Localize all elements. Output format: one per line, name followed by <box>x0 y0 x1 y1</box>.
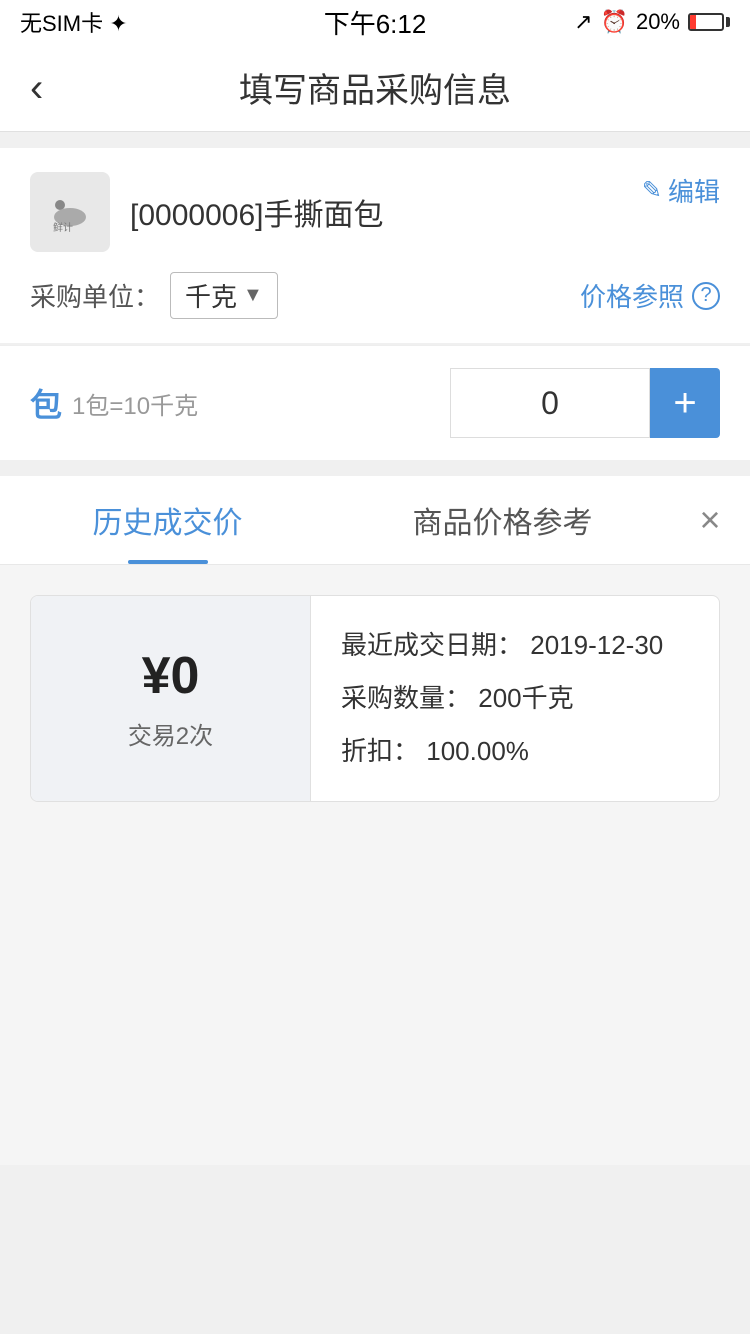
carrier-text: 无SIM卡 ✦ <box>20 6 128 38</box>
section-separator <box>0 460 750 476</box>
tabs-row: 历史成交价 商品价格参考 × <box>0 476 750 564</box>
product-header: 鲜计 [0000006]手撕面包 ✎ 编辑 <box>30 172 720 252</box>
unit-left: 采购单位： 千克 ▼ <box>30 272 278 319</box>
history-card: ¥0 交易2次 最近成交日期： 2019-12-30 采购数量： 200千克 折… <box>30 595 720 802</box>
unit-select-dropdown[interactable]: 千克 ▼ <box>170 272 278 319</box>
quantity-value: 0 <box>541 385 559 422</box>
history-card-left: ¥0 交易2次 <box>31 596 311 801</box>
price-ref-help-icon: ? <box>692 282 720 310</box>
unit-label: 采购单位： <box>30 277 160 314</box>
edit-button[interactable]: ✎ 编辑 <box>642 172 720 209</box>
product-left: 鲜计 [0000006]手撕面包 <box>30 172 383 252</box>
tab-history-price[interactable]: 历史成交价 <box>0 476 335 564</box>
tab-price-ref-label: 商品价格参考 <box>413 498 593 542</box>
edit-label: 编辑 <box>668 172 720 209</box>
quantity-plus-button[interactable]: + <box>650 368 720 438</box>
history-price-value: ¥0 <box>142 647 200 705</box>
recent-date-label: 最近成交日期： <box>341 630 523 660</box>
product-thumbnail: 鲜计 <box>30 172 110 252</box>
battery-indicator <box>688 13 730 31</box>
quantity-unit-badge: 包 <box>30 380 62 426</box>
tab-price-reference[interactable]: 商品价格参考 <box>335 476 670 564</box>
quantity-input[interactable]: 0 <box>450 368 650 438</box>
status-left: 无SIM卡 ✦ <box>20 6 128 38</box>
quantity-controls: 0 + <box>450 368 720 438</box>
tab-close-button[interactable]: × <box>670 476 750 564</box>
status-bar: 无SIM卡 ✦ 下午6:12 ↗ ⏰ 20% <box>0 0 750 44</box>
purchase-qty-value: 200千克 <box>478 683 573 713</box>
recent-date-value: 2019-12-30 <box>530 630 663 660</box>
unit-value: 千克 <box>185 277 237 314</box>
product-name: [0000006]手撕面包 <box>130 190 383 234</box>
product-section: 鲜计 [0000006]手撕面包 ✎ 编辑 采购单位： 千克 ▼ 价格参照 ? <box>0 148 750 343</box>
price-ref-label: 价格参照 <box>580 277 684 314</box>
page-title: 填写商品采购信息 <box>239 63 511 112</box>
nav-bar: ‹ 填写商品采购信息 <box>0 44 750 132</box>
quantity-note: 1包=10千克 <box>72 386 198 421</box>
status-right: ↗ ⏰ 20% <box>574 9 730 35</box>
history-price: ¥0 <box>142 646 200 706</box>
history-trades: 交易2次 <box>128 716 213 751</box>
history-detail-discount: 折扣： 100.00% <box>341 732 689 771</box>
status-time: 下午6:12 <box>324 4 427 41</box>
edit-icon: ✎ <box>642 176 662 205</box>
discount-label: 折扣： <box>341 736 419 766</box>
dropdown-arrow-icon: ▼ <box>243 284 263 307</box>
back-button[interactable]: ‹ <box>30 68 43 108</box>
price-ref-button[interactable]: 价格参照 ? <box>580 277 720 314</box>
history-detail-qty: 采购数量： 200千克 <box>341 679 689 718</box>
history-card-right: 最近成交日期： 2019-12-30 采购数量： 200千克 折扣： 100.0… <box>311 596 719 801</box>
tab-active-indicator <box>128 560 208 564</box>
alarm-icon: ⏰ <box>601 9 628 35</box>
location-icon: ↗ <box>574 9 592 35</box>
quantity-section: 包 1包=10千克 0 + <box>0 345 750 460</box>
purchase-qty-label: 采购数量： <box>341 683 471 713</box>
tabs-section: 历史成交价 商品价格参考 × <box>0 476 750 565</box>
history-detail-date: 最近成交日期： 2019-12-30 <box>341 626 689 665</box>
svg-text:鲜计: 鲜计 <box>53 221 73 234</box>
discount-value: 100.00% <box>426 736 529 766</box>
battery-percent: 20% <box>636 9 680 35</box>
content-area: ¥0 交易2次 最近成交日期： 2019-12-30 采购数量： 200千克 折… <box>0 565 750 1165</box>
quantity-label: 包 1包=10千克 <box>30 380 198 426</box>
product-image-icon: 鲜计 <box>45 187 95 237</box>
product-unit-row: 采购单位： 千克 ▼ 价格参照 ? <box>30 272 720 319</box>
tab-history-label: 历史成交价 <box>93 498 243 542</box>
